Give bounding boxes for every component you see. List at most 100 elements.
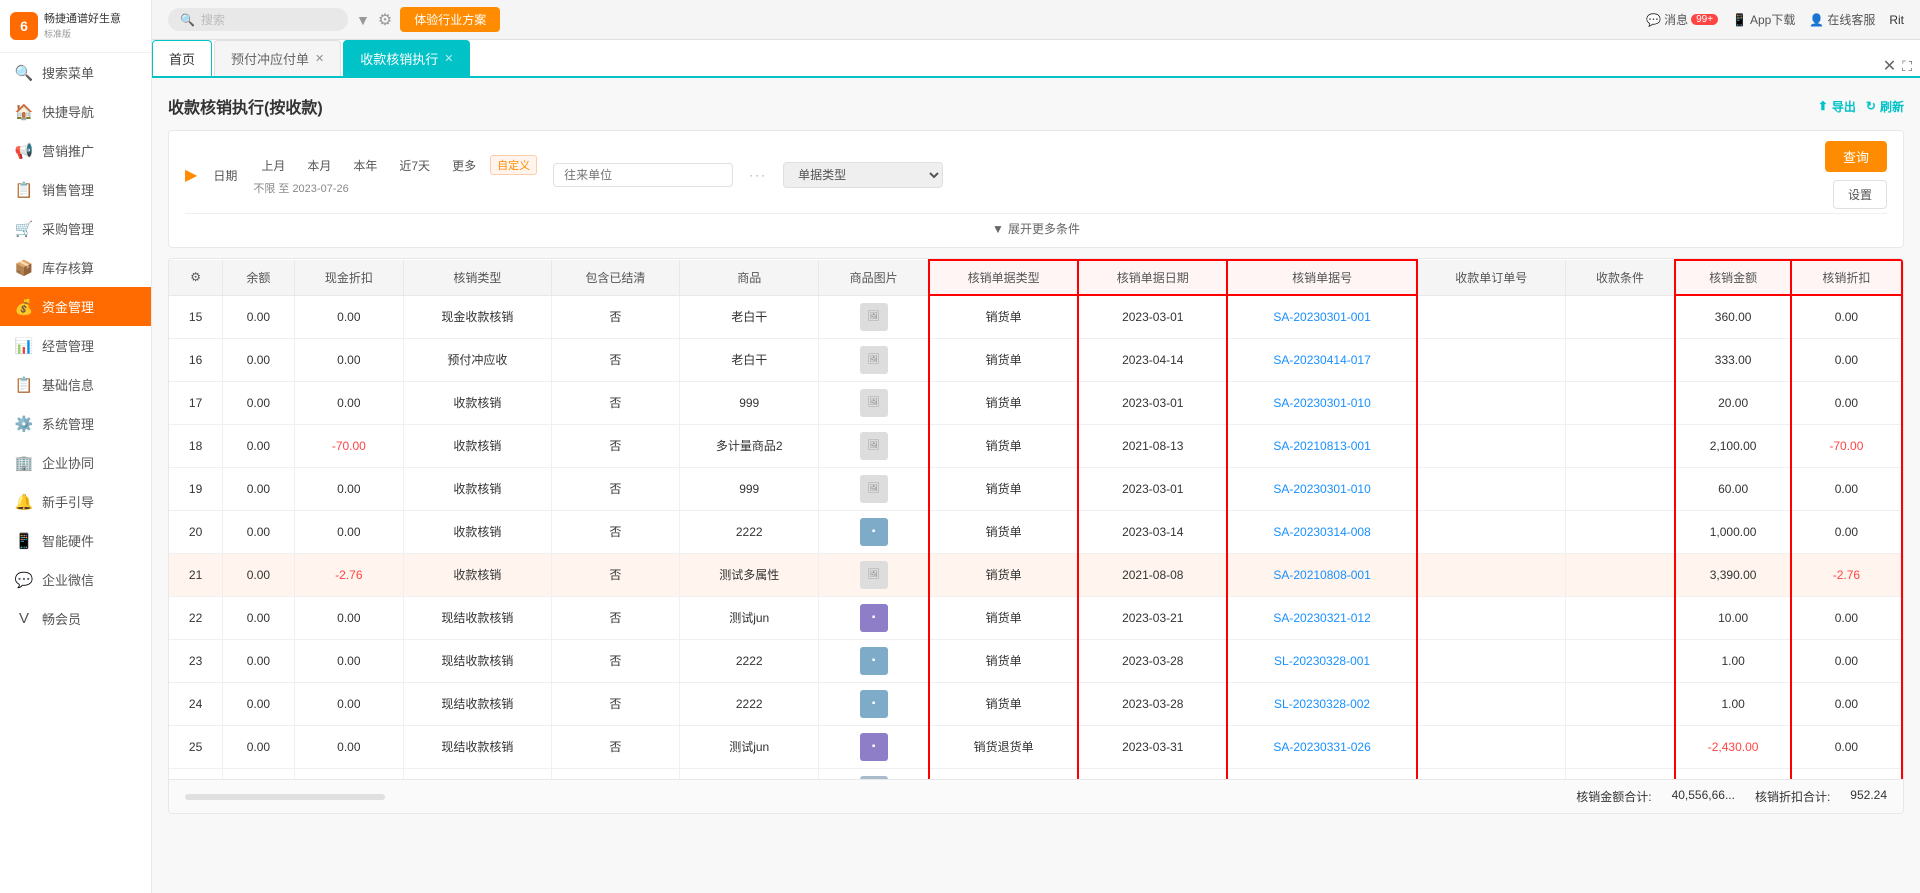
cell-include-settled: 否 — [551, 682, 680, 725]
date-btn-this-year[interactable]: 本年 — [345, 155, 385, 176]
dropdown-arrow-icon[interactable]: ▼ — [356, 12, 370, 28]
cell-include-settled: 否 — [551, 295, 680, 338]
tab-prepay[interactable]: 预付冲应付单 ✕ — [214, 40, 341, 76]
export-button[interactable]: ⬆ 导出 — [1818, 98, 1856, 115]
sidebar: 6 畅捷通谱好生意 标准版 🔍 搜索菜单 🏠 快捷导航 📢 营销推广 📋 销售管… — [0, 0, 152, 893]
cell-cancel-bill-type: 销货单 — [929, 639, 1078, 682]
table-body: 15 0.00 0.00 现金收款核销 否 老白干 🖼 销货单 2023-03-… — [169, 295, 1902, 779]
top-bar: 🔍 搜索 ▼ ⚙ 体验行业方案 💬 消息 99+ 📱 App下载 👤 在线客服 … — [152, 0, 1920, 40]
date-btn-last-month[interactable]: 上月 — [253, 155, 293, 176]
cell-receipt-condition — [1565, 725, 1675, 768]
base-icon: 📋 — [14, 376, 34, 394]
sidebar-item-inventory[interactable]: 📦 库存核算 — [0, 248, 151, 287]
sidebar-item-sales[interactable]: 📋 销售管理 — [0, 170, 151, 209]
message-area[interactable]: 💬 消息 99+ — [1646, 11, 1718, 28]
system-icon: ⚙️ — [14, 415, 34, 433]
th-include-settled: 包含已结清 — [551, 260, 680, 295]
sidebar-item-smart-hw[interactable]: 📱 智能硬件 — [0, 521, 151, 560]
cell-cancel-bill-no[interactable]: ABC-001 — [1227, 768, 1416, 779]
table-row: 23 0.00 0.00 现结收款核销 否 2222 ▪ 销货单 2023-03… — [169, 639, 1902, 682]
sidebar-item-finance[interactable]: 💰 资金管理 — [0, 287, 151, 326]
sidebar-item-enterprise[interactable]: 🏢 企业协同 — [0, 443, 151, 482]
cell-cancel-bill-no[interactable]: SA-20210813-001 — [1227, 424, 1416, 467]
maximize-icon[interactable]: ⛶ — [1902, 58, 1912, 75]
date-btn-this-month[interactable]: 本月 — [299, 155, 339, 176]
sidebar-item-quick-nav[interactable]: 🏠 快捷导航 — [0, 92, 151, 131]
sidebar-item-business[interactable]: 📊 经营管理 — [0, 326, 151, 365]
cell-cancel-bill-no[interactable]: SA-20230414-017 — [1227, 338, 1416, 381]
sidebar-item-member[interactable]: V 畅会员 — [0, 599, 151, 638]
cell-cancel-amount: 1.00 — [1675, 682, 1790, 725]
tab-close-receipt[interactable]: ✕ — [444, 52, 453, 65]
sidebar-item-purchase[interactable]: 🛒 采购管理 — [0, 209, 151, 248]
tab-close-prepay[interactable]: ✕ — [315, 52, 324, 65]
date-btn-more[interactable]: 更多 — [444, 155, 484, 176]
table-row: 17 0.00 0.00 收款核销 否 999 🖼 销货单 2023-03-01… — [169, 381, 1902, 424]
cell-cancel-amount: 20.00 — [1675, 381, 1790, 424]
goods-image: ▪ — [860, 647, 888, 675]
th-gear[interactable]: ⚙ — [169, 260, 223, 295]
solution-button[interactable]: 体验行业方案 — [400, 7, 500, 32]
bill-type-select[interactable]: 单据类型 — [783, 162, 943, 188]
cell-cash-discount: 0.00 — [294, 725, 403, 768]
goods-image: 🖼 — [860, 389, 888, 417]
date-range-text: 不限 至 2023-07-26 — [253, 180, 348, 196]
filter-date-row: 上月 本月 本年 近7天 更多 自定义 — [253, 155, 537, 176]
top-bar-left: 🔍 搜索 ▼ ⚙ 体验行业方案 — [168, 7, 1634, 32]
th-cancel-bill-no: 核销单据号 — [1227, 260, 1416, 295]
refresh-button[interactable]: ↻ 刷新 — [1866, 98, 1904, 115]
cell-goods: 999 — [680, 381, 819, 424]
cell-receipt-condition — [1565, 639, 1675, 682]
cell-cancel-amount: 3,390.00 — [1675, 553, 1790, 596]
sidebar-item-marketing[interactable]: 📢 营销推广 — [0, 131, 151, 170]
tab-receipt[interactable]: 收款核销执行 ✕ — [343, 40, 470, 76]
sidebar-item-search[interactable]: 🔍 搜索菜单 — [0, 53, 151, 92]
goods-image: ▪ — [860, 604, 888, 632]
cell-cancel-bill-no[interactable]: SA-20210808-001 — [1227, 553, 1416, 596]
cell-cancel-discount: 0.00 — [1791, 725, 1902, 768]
cell-cancel-bill-date: 2023-03-31 — [1078, 725, 1227, 768]
cell-cancel-bill-no[interactable]: SA-20230314-008 — [1227, 510, 1416, 553]
cell-goods-img: 🖼 — [819, 467, 929, 510]
supplier-input[interactable] — [553, 163, 733, 187]
cell-cancel-bill-no[interactable]: SA-20230331-026 — [1227, 725, 1416, 768]
cell-receipt-condition — [1565, 768, 1675, 779]
app-download-area[interactable]: 📱 App下载 — [1732, 11, 1795, 28]
cell-cancel-bill-no[interactable]: SA-20230301-001 — [1227, 295, 1416, 338]
gear-icon-top[interactable]: ⚙ — [378, 10, 392, 30]
th-receipt-condition: 收款条件 — [1565, 260, 1675, 295]
cell-cancel-bill-no[interactable]: SA-20230301-010 — [1227, 467, 1416, 510]
date-btn-7days[interactable]: 近7天 — [391, 155, 438, 176]
footer-cancel-amount-value: 40,556,66... — [1672, 788, 1735, 805]
cell-goods: 2222 — [680, 682, 819, 725]
user-name[interactable]: Rit — [1889, 13, 1904, 27]
service-label: 在线客服 — [1827, 11, 1875, 28]
filter-expand-arrow[interactable]: ▶ — [185, 165, 197, 185]
member-icon: V — [14, 610, 34, 627]
close-window-icon[interactable]: ✕ — [1883, 56, 1896, 76]
sidebar-item-wechat[interactable]: 💬 企业微信 — [0, 560, 151, 599]
date-btn-custom[interactable]: 自定义 — [490, 155, 537, 175]
cell-receipt-order-no — [1417, 510, 1565, 553]
tab-bar: 首页 预付冲应付单 ✕ 收款核销执行 ✕ ✕ ⛶ — [152, 40, 1920, 78]
footer-scrollbar-hint — [185, 788, 1556, 805]
setting-button[interactable]: 设置 — [1833, 180, 1887, 209]
cell-include-settled: 否 — [551, 467, 680, 510]
top-search-display: 🔍 搜索 — [168, 8, 348, 31]
sidebar-item-guide[interactable]: 🔔 新手引导 — [0, 482, 151, 521]
cell-receipt-condition — [1565, 381, 1675, 424]
cell-cancel-bill-no[interactable]: SL-20230328-002 — [1227, 682, 1416, 725]
goods-image: ▪ — [860, 733, 888, 761]
expand-more-btn[interactable]: ▼ 展开更多条件 — [185, 213, 1887, 237]
cell-cancel-bill-no[interactable]: SA-20230301-010 — [1227, 381, 1416, 424]
query-button[interactable]: 查询 — [1825, 141, 1887, 172]
cell-receipt-condition — [1565, 424, 1675, 467]
cell-cancel-bill-no[interactable]: SL-20230328-001 — [1227, 639, 1416, 682]
sidebar-item-system[interactable]: ⚙️ 系统管理 — [0, 404, 151, 443]
sidebar-label-enterprise: 企业协同 — [42, 453, 94, 472]
expand-label: 展开更多条件 — [1008, 220, 1080, 237]
online-service-area[interactable]: 👤 在线客服 — [1809, 11, 1875, 28]
sidebar-item-base[interactable]: 📋 基础信息 — [0, 365, 151, 404]
cell-cancel-bill-no[interactable]: SA-20230321-012 — [1227, 596, 1416, 639]
tab-home[interactable]: 首页 — [152, 40, 212, 76]
